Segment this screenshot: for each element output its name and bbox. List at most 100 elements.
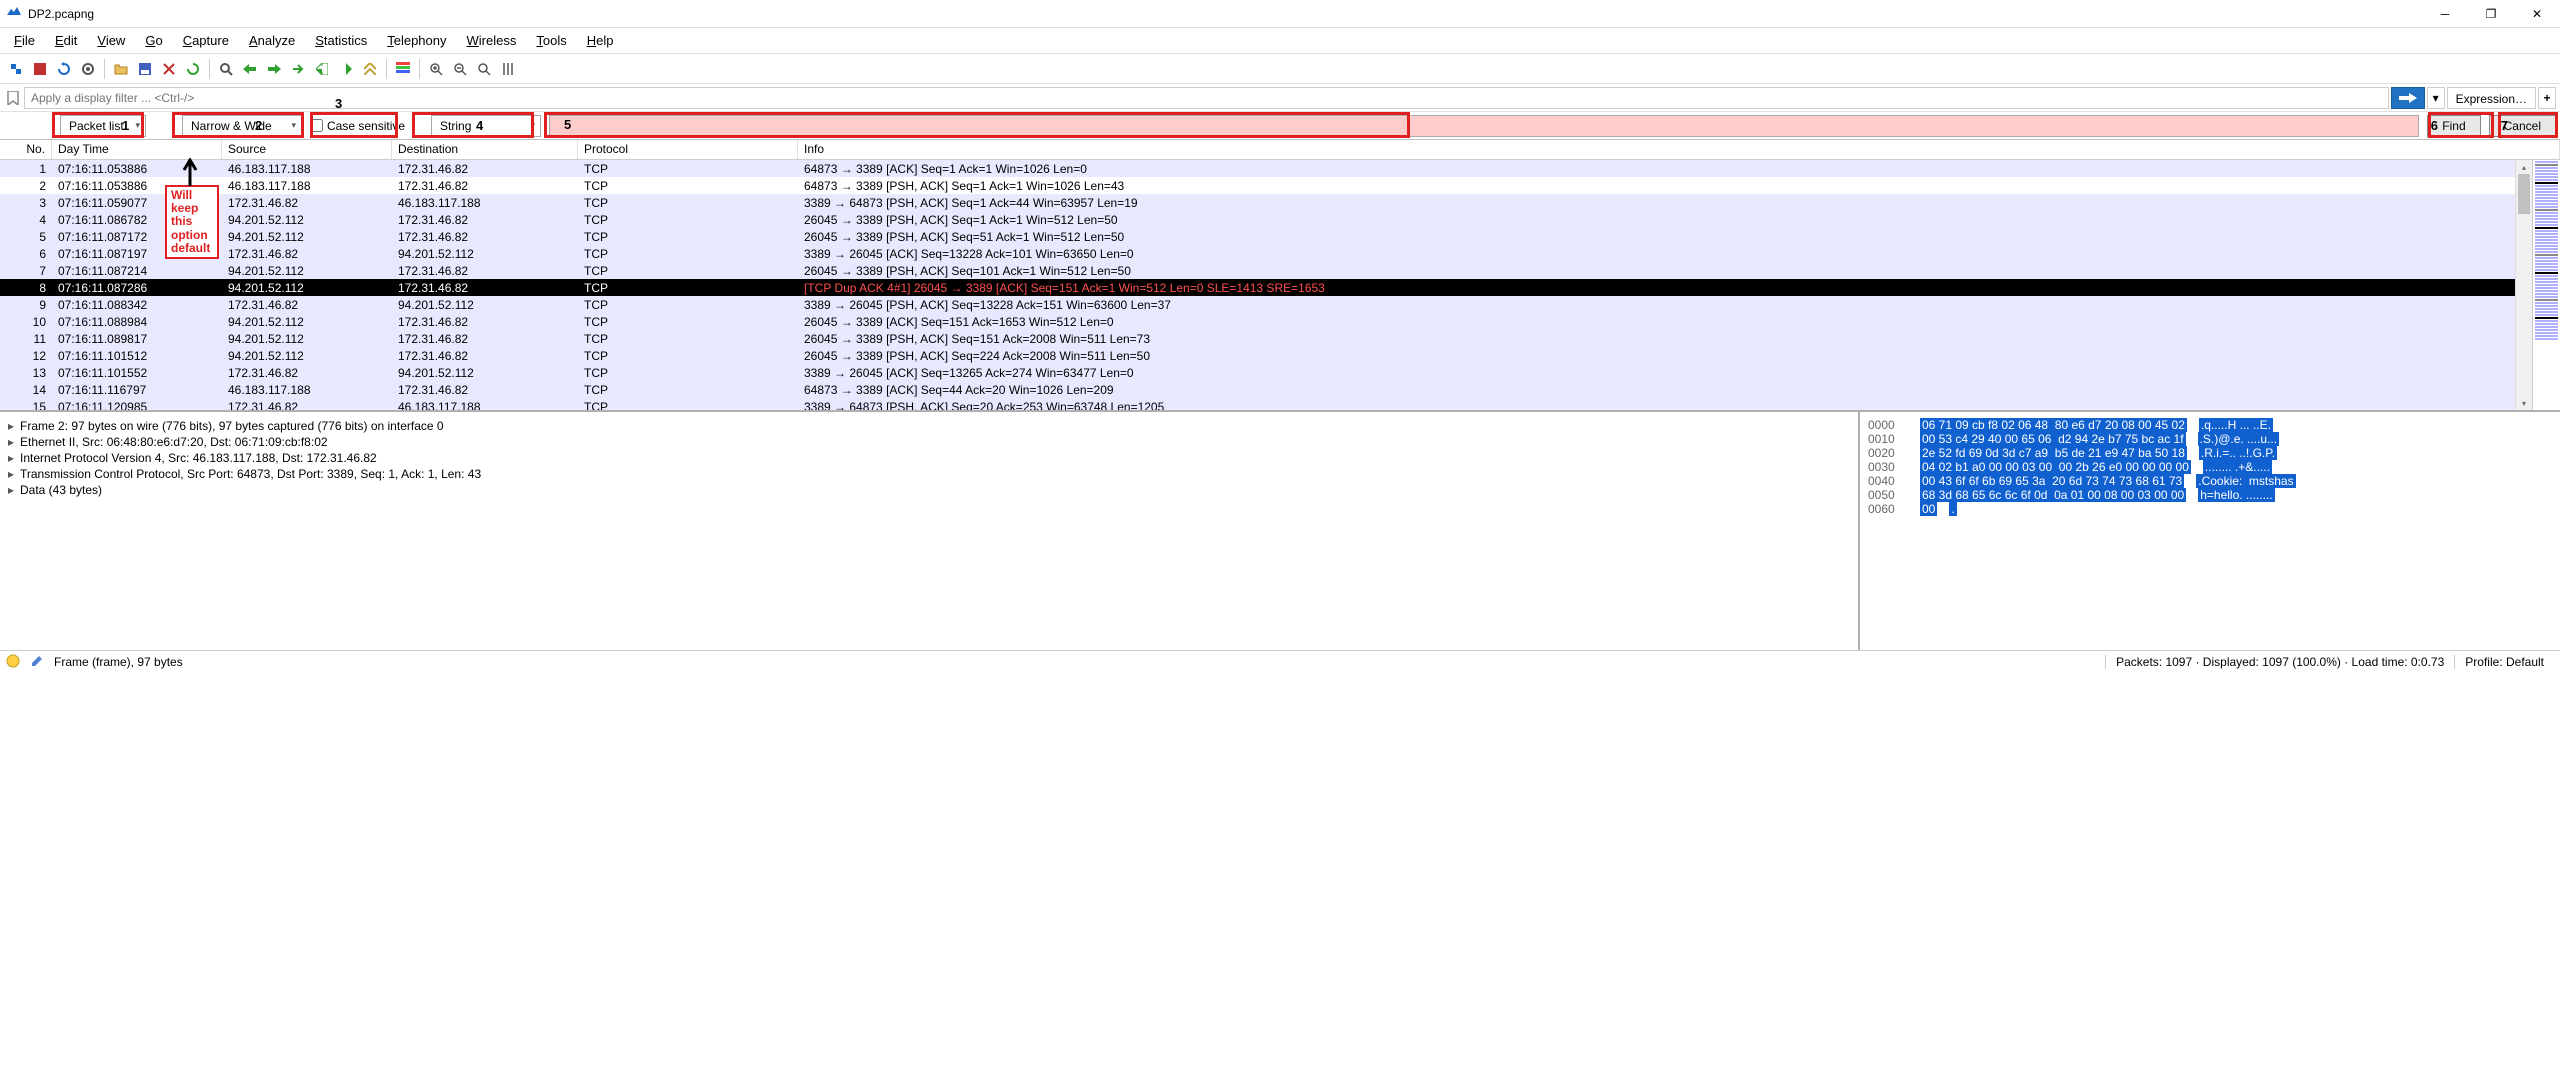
auto-scroll-icon[interactable]: [358, 57, 382, 81]
packet-row[interactable]: 1007:16:11.08898494.201.52.112172.31.46.…: [0, 313, 2560, 330]
packet-row[interactable]: 607:16:11.087197172.31.46.8294.201.52.11…: [0, 245, 2560, 262]
tree-item[interactable]: ▸Transmission Control Protocol, Src Port…: [8, 466, 1850, 482]
find-search-input[interactable]: [549, 115, 2419, 137]
filter-bar: ▾ Expression… +: [0, 84, 2560, 112]
expert-info-icon[interactable]: [6, 654, 22, 670]
expression-button[interactable]: Expression…: [2447, 87, 2536, 109]
reload-icon[interactable]: [181, 57, 205, 81]
find-button[interactable]: Find: [2427, 115, 2480, 137]
packet-row[interactable]: 807:16:11.08728694.201.52.112172.31.46.8…: [0, 279, 2560, 296]
col-header-info[interactable]: Info: [798, 140, 2560, 159]
menu-analyze[interactable]: Analyze: [239, 29, 305, 52]
hex-row[interactable]: 001000 53 c4 29 40 00 65 06 d2 94 2e b7 …: [1868, 432, 2552, 446]
packet-row[interactable]: 407:16:11.08678294.201.52.112172.31.46.8…: [0, 211, 2560, 228]
find-charset-select[interactable]: Narrow & Wide: [182, 115, 302, 137]
col-header-protocol[interactable]: Protocol: [578, 140, 798, 159]
goto-first-icon[interactable]: [310, 57, 334, 81]
case-sensitive-checkbox[interactable]: Case sensitive: [310, 119, 405, 133]
minimize-button[interactable]: ─: [2422, 0, 2468, 28]
packet-row[interactable]: 1407:16:11.11679746.183.117.188172.31.46…: [0, 381, 2560, 398]
goto-packet-icon[interactable]: [286, 57, 310, 81]
packet-details-tree[interactable]: ▸Frame 2: 97 bytes on wire (776 bits), 9…: [0, 412, 1860, 650]
find-packet-icon[interactable]: [214, 57, 238, 81]
packet-row[interactable]: 207:16:11.05388646.183.117.188172.31.46.…: [0, 177, 2560, 194]
restart-capture-icon[interactable]: [52, 57, 76, 81]
packet-row[interactable]: 1307:16:11.101552172.31.46.8294.201.52.1…: [0, 364, 2560, 381]
packet-row[interactable]: 507:16:11.08717294.201.52.112172.31.46.8…: [0, 228, 2560, 245]
titlebar: DP2.pcapng ─ ❐ ✕: [0, 0, 2560, 28]
tree-item[interactable]: ▸Data (43 bytes): [8, 482, 1850, 498]
menu-edit[interactable]: Edit: [45, 29, 87, 52]
menu-help[interactable]: Help: [577, 29, 624, 52]
packet-row[interactable]: 1507:16:11.120985172.31.46.8246.183.117.…: [0, 398, 2560, 410]
go-back-icon[interactable]: [238, 57, 262, 81]
col-header-daytime[interactable]: Day Time: [52, 140, 222, 159]
window-title: DP2.pcapng: [28, 7, 94, 21]
hex-row[interactable]: 004000 43 6f 6f 6b 69 65 3a 20 6d 73 74 …: [1868, 474, 2552, 488]
details-split: ▸Frame 2: 97 bytes on wire (776 bits), 9…: [0, 410, 2560, 650]
packet-list-scrollbar[interactable]: ▴ ▾: [2515, 160, 2532, 410]
tree-item[interactable]: ▸Internet Protocol Version 4, Src: 46.18…: [8, 450, 1850, 466]
menu-tools[interactable]: Tools: [526, 29, 576, 52]
packet-row[interactable]: 307:16:11.059077172.31.46.8246.183.117.1…: [0, 194, 2560, 211]
edit-capture-comment-icon[interactable]: [30, 654, 46, 670]
packet-row[interactable]: 907:16:11.088342172.31.46.8294.201.52.11…: [0, 296, 2560, 313]
menu-capture[interactable]: Capture: [173, 29, 239, 52]
hex-row[interactable]: 006000.: [1868, 502, 2552, 516]
start-capture-icon[interactable]: [4, 57, 28, 81]
col-header-destination[interactable]: Destination: [392, 140, 578, 159]
hex-row[interactable]: 00202e 52 fd 69 0d 3d c7 a9 b5 de 21 e9 …: [1868, 446, 2552, 460]
menu-telephony[interactable]: Telephony: [377, 29, 456, 52]
display-filter-input[interactable]: [24, 87, 2389, 109]
apply-filter-button[interactable]: [2391, 87, 2425, 109]
stop-capture-icon[interactable]: [28, 57, 52, 81]
packet-row[interactable]: 1207:16:11.10151294.201.52.112172.31.46.…: [0, 347, 2560, 364]
tree-item[interactable]: ▸Ethernet II, Src: 06:48:80:e6:d7:20, Ds…: [8, 434, 1850, 450]
col-header-no[interactable]: No.: [0, 140, 52, 159]
case-sensitive-label: Case sensitive: [327, 119, 405, 133]
find-scope-select[interactable]: Packet list: [60, 115, 146, 137]
cancel-button[interactable]: Cancel: [2489, 115, 2556, 137]
add-filter-button[interactable]: +: [2538, 87, 2556, 109]
find-bar: Packet list Narrow & Wide Case sensitive…: [0, 112, 2560, 140]
packet-row[interactable]: 707:16:11.08721494.201.52.112172.31.46.8…: [0, 262, 2560, 279]
bookmark-icon[interactable]: [4, 89, 22, 107]
find-type-select[interactable]: String: [431, 115, 541, 137]
menubar: FileEditViewGoCaptureAnalyzeStatisticsTe…: [0, 28, 2560, 54]
capture-options-icon[interactable]: [76, 57, 100, 81]
open-file-icon[interactable]: [109, 57, 133, 81]
statusbar-profile[interactable]: Profile: Default: [2454, 655, 2554, 669]
zoom-in-icon[interactable]: [424, 57, 448, 81]
zoom-reset-icon[interactable]: [472, 57, 496, 81]
filter-history-dropdown[interactable]: ▾: [2427, 87, 2445, 109]
resize-columns-icon[interactable]: [496, 57, 520, 81]
hex-row[interactable]: 003004 02 b1 a0 00 00 03 00 00 2b 26 e0 …: [1868, 460, 2552, 474]
statusbar: Frame (frame), 97 bytes Packets: 1097 · …: [0, 650, 2560, 672]
zoom-out-icon[interactable]: [448, 57, 472, 81]
packet-row[interactable]: 1107:16:11.08981794.201.52.112172.31.46.…: [0, 330, 2560, 347]
maximize-button[interactable]: ❐: [2468, 0, 2514, 28]
hex-row[interactable]: 000006 71 09 cb f8 02 06 48 80 e6 d7 20 …: [1868, 418, 2552, 432]
goto-last-icon[interactable]: [334, 57, 358, 81]
packet-minimap[interactable]: [2532, 160, 2560, 410]
packet-row[interactable]: 107:16:11.05388646.183.117.188172.31.46.…: [0, 160, 2560, 177]
save-file-icon[interactable]: [133, 57, 157, 81]
main-toolbar: [0, 54, 2560, 84]
menu-statistics[interactable]: Statistics: [305, 29, 377, 52]
packet-list-body[interactable]: 107:16:11.05388646.183.117.188172.31.46.…: [0, 160, 2560, 410]
case-sensitive-input[interactable]: [310, 119, 323, 132]
close-file-icon[interactable]: [157, 57, 181, 81]
packet-bytes-hex[interactable]: 000006 71 09 cb f8 02 06 48 80 e6 d7 20 …: [1860, 412, 2560, 650]
tree-item[interactable]: ▸Frame 2: 97 bytes on wire (776 bits), 9…: [8, 418, 1850, 434]
hex-row[interactable]: 005068 3d 68 65 6c 6c 6f 0d 0a 01 00 08 …: [1868, 488, 2552, 502]
statusbar-packets: Packets: 1097 · Displayed: 1097 (100.0%)…: [2105, 655, 2454, 669]
col-header-source[interactable]: Source: [222, 140, 392, 159]
packet-list-header: No. Day Time Source Destination Protocol…: [0, 140, 2560, 160]
menu-file[interactable]: File: [4, 29, 45, 52]
close-button[interactable]: ✕: [2514, 0, 2560, 28]
colorize-icon[interactable]: [391, 57, 415, 81]
menu-go[interactable]: Go: [135, 29, 172, 52]
menu-view[interactable]: View: [87, 29, 135, 52]
go-forward-icon[interactable]: [262, 57, 286, 81]
menu-wireless[interactable]: Wireless: [457, 29, 527, 52]
